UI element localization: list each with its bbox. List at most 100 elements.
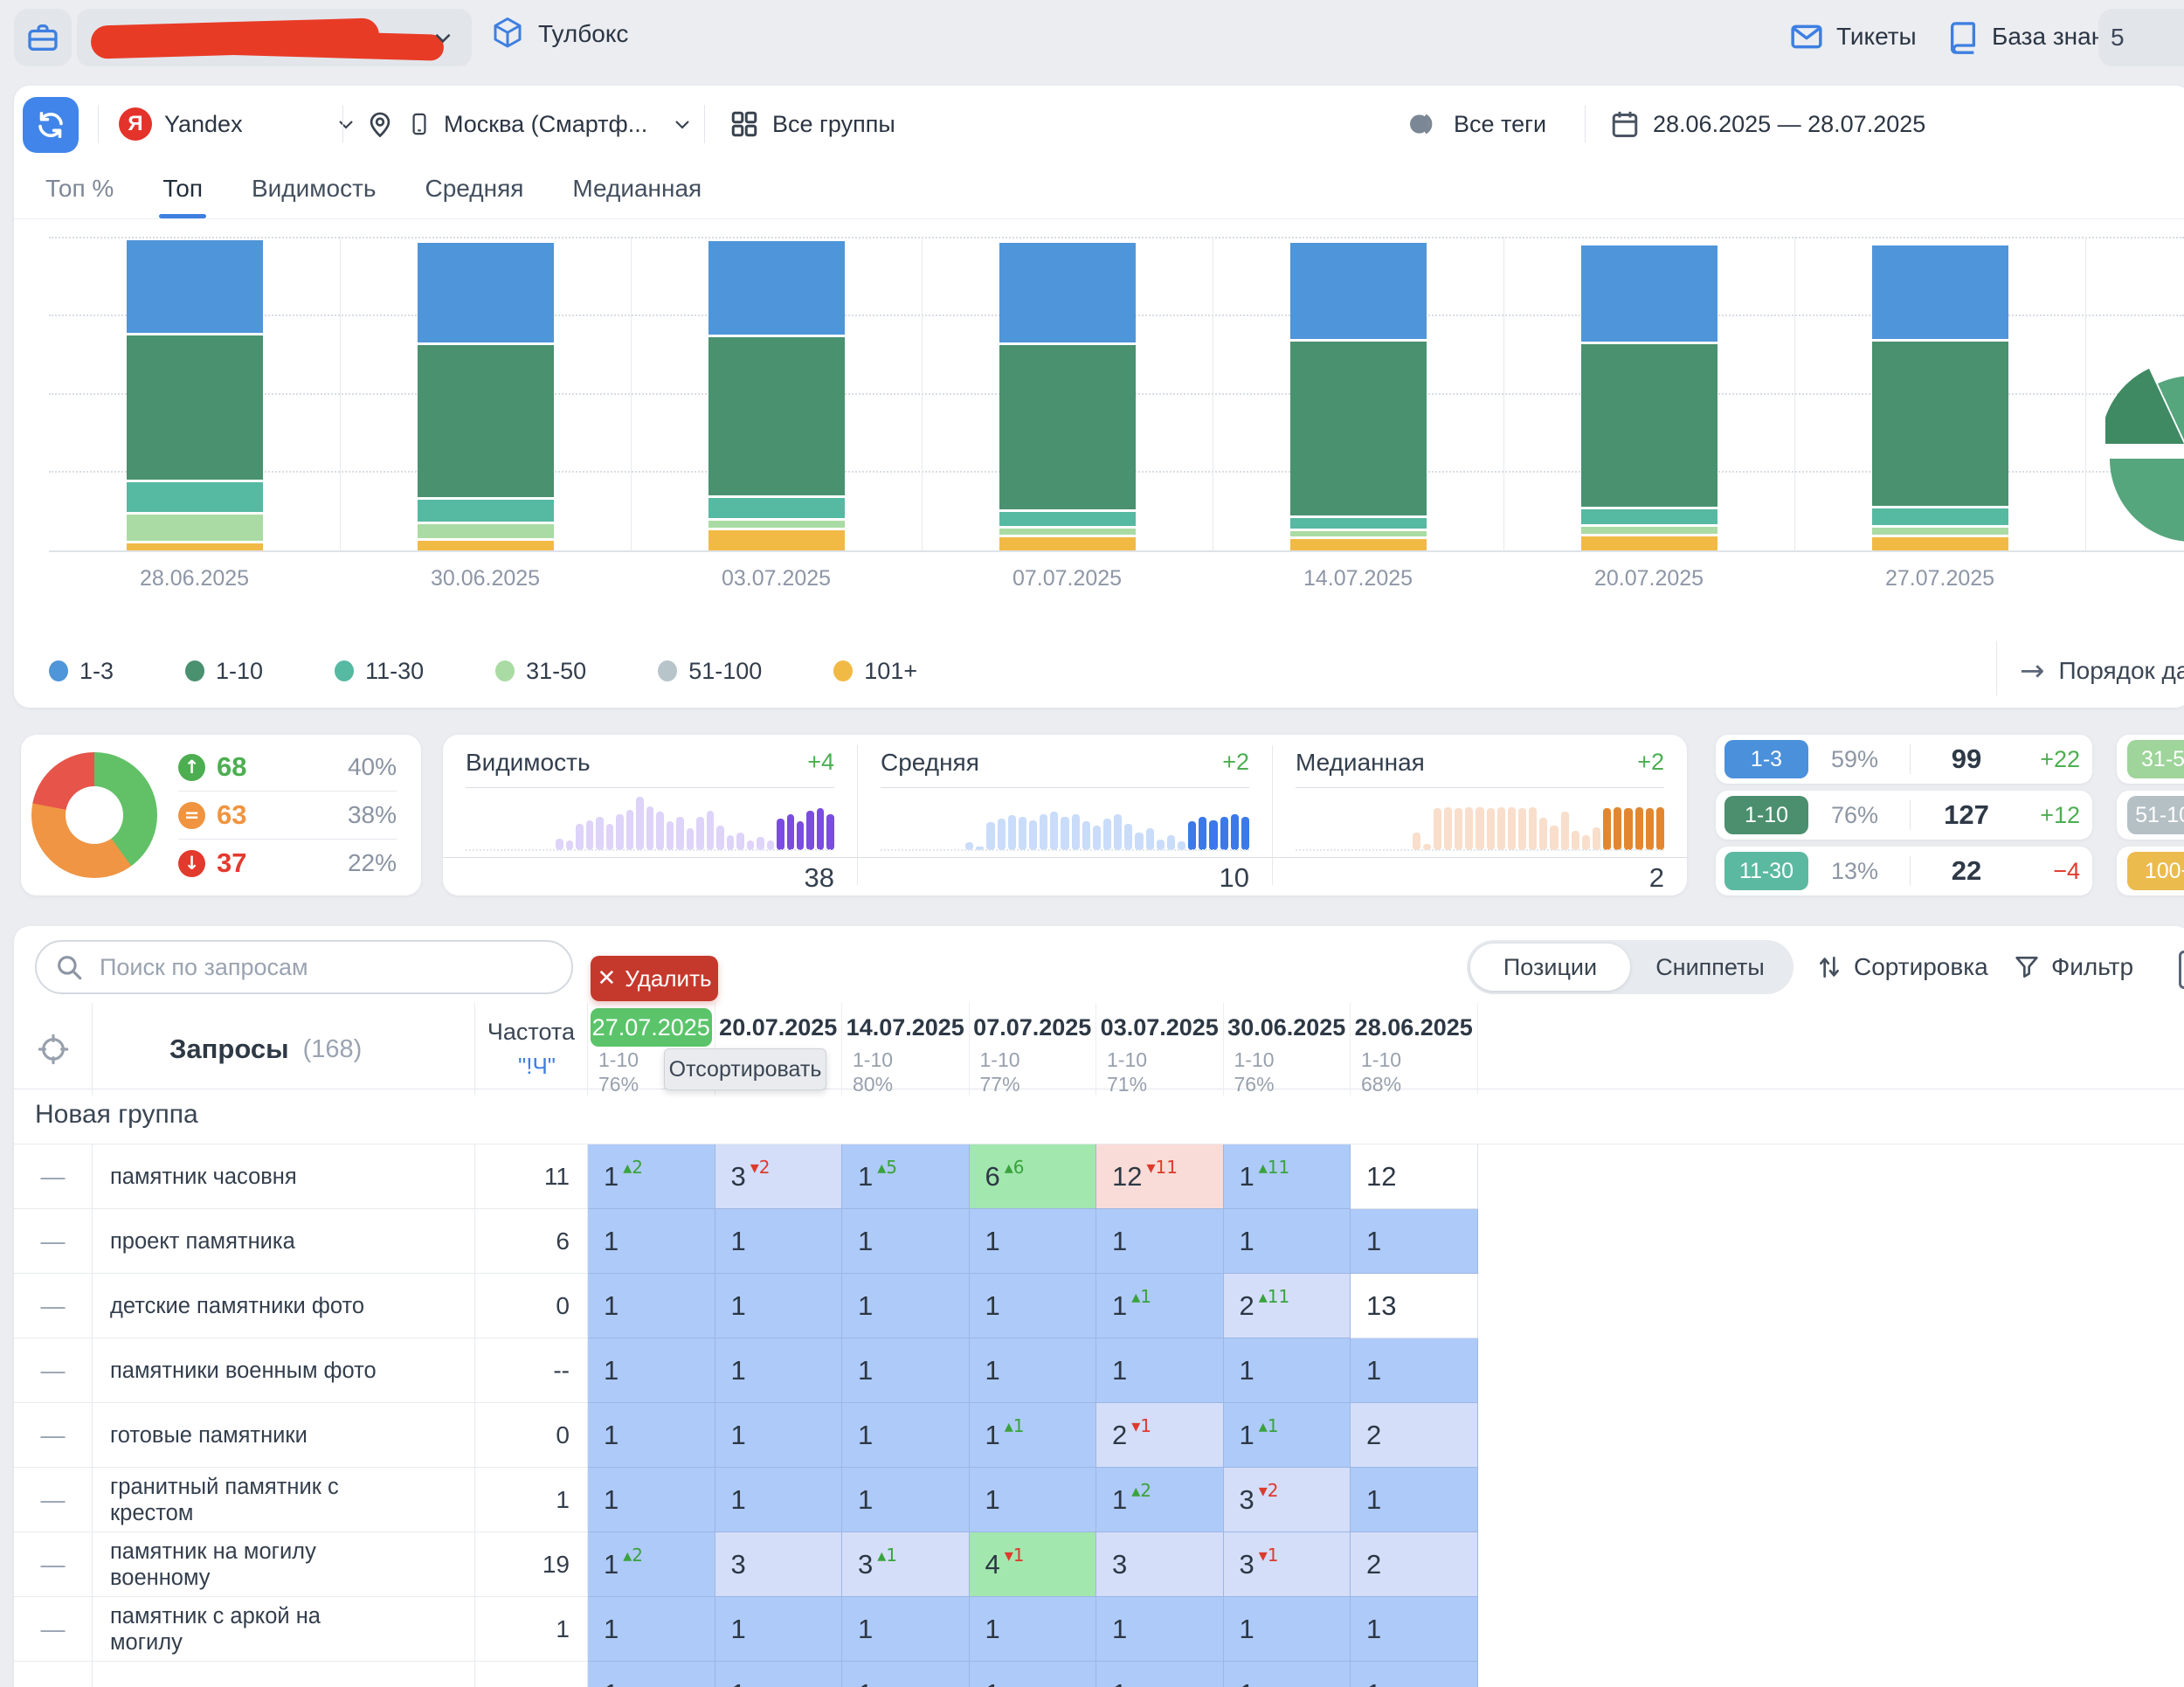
crosshair-icon[interactable] [36,1032,71,1067]
date-order-button[interactable]: → Порядок дат [2020,646,2184,695]
position-cell[interactable]: 2 [1351,1403,1478,1468]
columns-icon-partial[interactable] [2179,951,2184,989]
position-cell[interactable]: 1 [969,1338,1096,1403]
row-drag-handle[interactable]: — [14,1338,93,1403]
range-card-51-100[interactable]: 51-100 [2117,791,2184,840]
projects-button[interactable] [14,9,72,66]
range-card-1-3[interactable]: 1-3 59% 99 +22 [1716,735,2092,784]
stacked-bar-14.07.2025[interactable] [1289,240,1427,550]
row-drag-handle[interactable]: — [14,1403,93,1468]
row-drag-handle[interactable]: — [14,1209,93,1274]
position-cell[interactable]: 1 ▴1 [1223,1403,1351,1468]
position-cell[interactable]: 1 [969,1662,1096,1687]
query-name[interactable] [93,1662,475,1687]
position-cell[interactable]: 1 ▴5 [842,1144,970,1209]
metric-card-Медианная[interactable]: Медианная +2 2 [1273,735,1687,895]
refresh-button[interactable] [23,97,79,153]
position-cell[interactable]: 2 ▴11 [1223,1274,1351,1338]
query-name[interactable]: памятник на могилу военному [93,1532,475,1597]
tab-Топ %[interactable]: Топ % [42,175,117,211]
position-cell[interactable]: 1 [969,1274,1096,1338]
tab-Видимость[interactable]: Видимость [248,175,380,211]
tab-Топ[interactable]: Топ [159,175,206,218]
range-card-11-30[interactable]: 11-30 13% 22 −4 [1716,847,2092,895]
header-date-28.06.2025[interactable]: 28.06.2025 1-10 68% [1351,1003,1478,1096]
position-cell[interactable]: 12 [1351,1144,1478,1209]
position-cell[interactable]: 1 [1351,1597,1478,1662]
header-date-30.06.2025[interactable]: 30.06.2025 1-10 76% [1224,1003,1351,1096]
position-cell[interactable]: 1 [1351,1662,1478,1687]
position-cell[interactable]: 3 ▴1 [842,1532,970,1597]
position-cell[interactable]: 1 [715,1209,842,1274]
position-cell[interactable]: 1 [715,1274,842,1338]
range-card-100+[interactable]: 100+ [2117,847,2184,895]
position-cell[interactable]: 12 ▾11 [1096,1144,1224,1209]
row-drag-handle[interactable] [14,1662,93,1687]
position-cell[interactable]: 1 ▴2 [588,1144,715,1209]
position-cell[interactable]: 1 [1223,1338,1351,1403]
query-name[interactable]: гранитный памятник с крестом [93,1468,475,1532]
project-selector[interactable]: http://p [77,9,472,66]
position-cell[interactable]: 1 [1351,1209,1478,1274]
position-cell[interactable]: 1 [842,1274,970,1338]
position-cell[interactable]: 1 ▴1 [969,1403,1096,1468]
range-card-31-50[interactable]: 31-50 [2117,735,2184,784]
position-cell[interactable]: 1 [842,1403,970,1468]
range-card-1-10[interactable]: 1-10 76% 127 +12 [1716,791,2092,840]
group-header[interactable]: Новая группа [14,1089,2184,1144]
toggle-Позиции[interactable]: Позиции [1470,944,1630,991]
position-cell[interactable]: 4 ▾1 [969,1532,1096,1597]
tickets-link[interactable]: Тикеты [1789,19,1917,54]
position-cell[interactable]: 1 [1096,1662,1224,1687]
query-name[interactable]: памятники военным фото [93,1338,475,1403]
tags-selector[interactable]: Все теги [1406,86,1546,162]
position-cell[interactable]: 1 [588,1468,715,1532]
stacked-bar-03.07.2025[interactable] [708,240,845,550]
position-cell[interactable]: 1 [1096,1209,1224,1274]
search-engine-selector[interactable]: Я Yandex [119,86,358,162]
position-cell[interactable]: 1 ▴1 [1096,1274,1224,1338]
query-name[interactable]: детские памятники фото [93,1274,475,1338]
row-drag-handle[interactable]: — [14,1597,93,1662]
position-cell[interactable]: 3 ▾1 [1223,1532,1351,1597]
position-cell[interactable]: 1 [588,1338,715,1403]
query-name[interactable]: готовые памятники [93,1403,475,1468]
position-cell[interactable]: 1 [715,1662,842,1687]
header-date-07.07.2025[interactable]: 07.07.2025 1-10 77% [970,1003,1096,1096]
position-cell[interactable]: 6 ▴6 [969,1144,1096,1209]
toolbox-link[interactable]: Тулбокс [489,16,628,52]
groups-selector[interactable]: Все группы [729,86,895,162]
position-cell[interactable]: 1 [715,1597,842,1662]
position-cell[interactable]: 3 ▾2 [1223,1468,1351,1532]
position-cell[interactable]: 1 [588,1274,715,1338]
delete-button[interactable]: ✕ Удалить [591,956,718,1001]
stacked-bar-07.07.2025[interactable] [999,240,1136,550]
position-cell[interactable]: 1 [842,1468,970,1532]
position-cell[interactable]: 3 [1096,1532,1224,1597]
stacked-bar-27.07.2025[interactable] [1871,240,2008,550]
position-cell[interactable]: 1 [588,1662,715,1687]
query-name[interactable]: проект памятника [93,1209,475,1274]
position-cell[interactable]: 1 [842,1662,970,1687]
position-cell[interactable]: 1 [1096,1338,1224,1403]
stacked-bar-20.07.2025[interactable] [1580,240,1717,550]
query-name[interactable]: памятник с аркой на могилу [93,1597,475,1662]
position-cell[interactable]: 1 ▴2 [1096,1468,1224,1532]
position-cell[interactable]: 1 [715,1403,842,1468]
position-cell[interactable]: 1 [1223,1597,1351,1662]
position-cell[interactable]: 1 [715,1338,842,1403]
header-frequency-cell[interactable]: Частота "!Ч" [475,1003,588,1096]
position-cell[interactable]: 1 ▴2 [588,1532,715,1597]
filter-button[interactable]: Фильтр [2013,940,2133,994]
row-drag-handle[interactable]: — [14,1144,93,1209]
position-cell[interactable]: 1 [588,1597,715,1662]
header-date-14.07.2025[interactable]: 14.07.2025 1-10 80% [842,1003,970,1096]
position-cell[interactable]: 3 [715,1532,842,1597]
position-cell[interactable]: 13 [1351,1274,1478,1338]
position-cell[interactable]: 1 [969,1468,1096,1532]
toggle-Сниппеты[interactable]: Сниппеты [1630,944,1790,991]
query-name[interactable]: памятник часовня [93,1144,475,1209]
stacked-bar-30.06.2025[interactable] [417,240,554,550]
metric-card-Средняя[interactable]: Средняя +2 10 [858,735,1272,895]
position-cell[interactable]: 1 [969,1597,1096,1662]
